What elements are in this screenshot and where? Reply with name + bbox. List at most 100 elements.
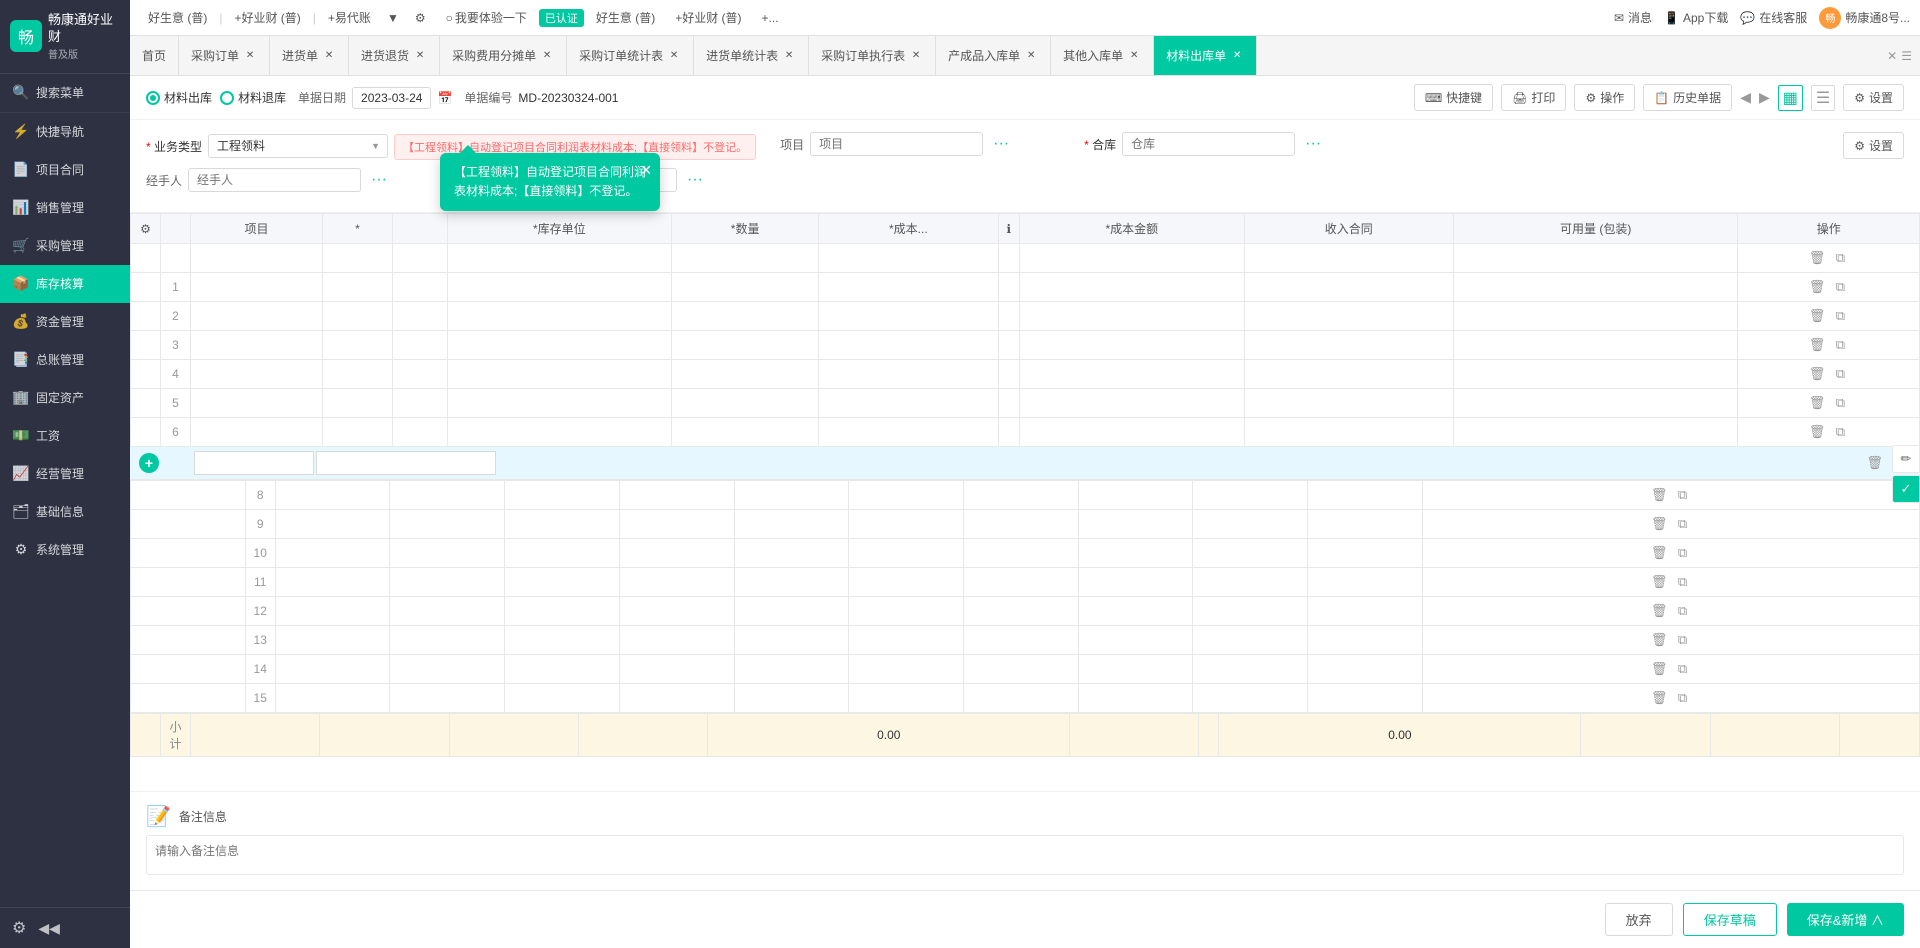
row-12-unit[interactable] — [619, 597, 734, 626]
row-4-delete-btn[interactable]: 🗑 — [1807, 364, 1827, 384]
row-7-cost[interactable] — [819, 244, 998, 273]
tab-close-all-btn[interactable]: ✕ — [1887, 49, 1897, 63]
row-9-unit[interactable] — [619, 510, 734, 539]
topbar-more[interactable]: +... — [754, 7, 787, 29]
row-13-cost[interactable] — [849, 626, 964, 655]
row-12-income-contract[interactable] — [1193, 597, 1308, 626]
tab-other-stock[interactable]: 其他入库单 ✕ — [1051, 36, 1154, 76]
sidebar-item-purchase[interactable]: 🛒 采购管理 — [0, 227, 130, 265]
topbar-online-service-btn[interactable]: 💬 在线客服 — [1740, 9, 1807, 26]
row-14-cost[interactable] — [849, 655, 964, 684]
print-btn[interactable]: 🖨 打印 — [1501, 84, 1566, 111]
row-8-spec[interactable] — [505, 481, 620, 510]
row-9-qty[interactable] — [734, 510, 849, 539]
project-input[interactable] — [810, 132, 983, 156]
row-7-name[interactable] — [323, 244, 393, 273]
row-1-spec[interactable] — [392, 273, 447, 302]
row-1-delete-btn[interactable]: 🗑 — [1807, 277, 1827, 297]
row-7-item[interactable] — [191, 244, 323, 273]
row-10-item[interactable] — [275, 539, 390, 568]
project-dots-btn[interactable]: ··· — [989, 135, 1013, 153]
row-14-income-contract[interactable] — [1193, 655, 1308, 684]
row-5-cost-amount[interactable] — [1020, 389, 1244, 418]
row-11-spec[interactable] — [505, 568, 620, 597]
topbar-app-download-btn[interactable]: 📱 App下载 — [1664, 9, 1728, 26]
row-11-qty[interactable] — [734, 568, 849, 597]
tab-close-purchase-order[interactable]: ✕ — [243, 49, 257, 63]
tooltip-close-btn[interactable]: ✕ — [640, 159, 652, 181]
row-5-qty[interactable] — [672, 389, 819, 418]
row-14-delete-btn[interactable]: 🗑 — [1649, 659, 1669, 679]
row-13-qty[interactable] — [734, 626, 849, 655]
history-btn[interactable]: 📋 历史单据 — [1643, 84, 1732, 111]
row-4-spec[interactable] — [392, 360, 447, 389]
business-type-select[interactable]: 工程领料 直接领料 — [208, 134, 388, 158]
row-3-copy-btn[interactable]: ⧉ — [1830, 335, 1850, 355]
row-10-spec[interactable] — [505, 539, 620, 568]
sidebar-item-system[interactable]: ⚙ 系统管理 — [0, 531, 130, 569]
side-tool-green-btn[interactable]: ✓ — [1892, 475, 1920, 503]
tab-incoming-return[interactable]: 进货退货 ✕ — [349, 36, 440, 76]
row-11-item[interactable] — [275, 568, 390, 597]
row-14-copy-btn[interactable]: ⧉ — [1673, 659, 1693, 679]
tab-purchase-order[interactable]: 采购订单 ✕ — [179, 36, 270, 76]
row-3-unit[interactable] — [447, 331, 671, 360]
tab-close-incoming-stats[interactable]: ✕ — [782, 49, 796, 63]
row-14-cost-amount[interactable] — [1078, 655, 1193, 684]
radio-material-outbound[interactable]: 材料出库 — [146, 89, 212, 106]
tab-close-incoming-return[interactable]: ✕ — [413, 49, 427, 63]
sidebar-item-search[interactable]: 🔍 搜索菜单 — [0, 74, 130, 113]
row-5-copy-btn[interactable]: ⧉ — [1830, 393, 1850, 413]
sidebar-collapse-btn[interactable]: ◀◀ — [38, 920, 60, 937]
row-14-spec[interactable] — [505, 655, 620, 684]
operate-btn[interactable]: ⚙ 操作 — [1574, 84, 1635, 111]
row-2-item[interactable] — [191, 302, 323, 331]
row-9-cost-amount[interactable] — [1078, 510, 1193, 539]
row-13-name[interactable] — [390, 626, 505, 655]
row-5-delete-btn[interactable]: 🗑 — [1807, 393, 1827, 413]
row-8-unit[interactable] — [619, 481, 734, 510]
row-1-cost-amount[interactable] — [1020, 273, 1244, 302]
row-3-spec[interactable] — [392, 331, 447, 360]
row-12-qty[interactable] — [734, 597, 849, 626]
row-5-cost[interactable] — [819, 389, 998, 418]
tab-close-incoming[interactable]: ✕ — [322, 49, 336, 63]
row-4-cost-amount[interactable] — [1020, 360, 1244, 389]
row-2-delete-btn[interactable]: 🗑 — [1807, 306, 1827, 326]
row-12-copy-btn[interactable]: ⧉ — [1673, 601, 1693, 621]
handler-dots-btn[interactable]: ··· — [367, 171, 391, 189]
row-4-unit[interactable] — [447, 360, 671, 389]
sidebar-item-salary[interactable]: 💵 工资 — [0, 417, 130, 455]
topbar-item-haoyecai[interactable]: +好业财 (普) — [226, 5, 308, 30]
sidebar-item-ledger[interactable]: 📑 总账管理 — [0, 341, 130, 379]
row-15-item[interactable] — [275, 684, 390, 713]
row-6-name[interactable] — [323, 418, 393, 447]
tab-menu-btn[interactable]: ☰ — [1901, 49, 1912, 63]
next-record-btn[interactable]: ▶ — [1759, 89, 1770, 106]
row-1-unit[interactable] — [447, 273, 671, 302]
row-11-cost-amount[interactable] — [1078, 568, 1193, 597]
row-12-name[interactable] — [390, 597, 505, 626]
settings-gear-btn[interactable]: ⚙ 设置 — [1843, 84, 1904, 111]
row-1-name[interactable] — [323, 273, 393, 302]
row-5-income-contract[interactable] — [1244, 389, 1453, 418]
row-3-income-contract[interactable] — [1244, 331, 1453, 360]
row-4-cost[interactable] — [819, 360, 998, 389]
tab-close-purchase-expense[interactable]: ✕ — [540, 49, 554, 63]
notes-textarea[interactable] — [146, 835, 1904, 875]
topbar-settings-btn[interactable]: ⚙ — [407, 7, 434, 29]
warehouse-dots-btn[interactable]: ··· — [1301, 135, 1325, 153]
page-settings-btn[interactable]: ⚙ 设置 — [1843, 132, 1904, 159]
tab-close-material-outbound[interactable]: ✕ — [1230, 49, 1244, 63]
row-4-copy-btn[interactable]: ⧉ — [1830, 364, 1850, 384]
handler-input[interactable] — [188, 168, 361, 192]
tab-purchase-stats[interactable]: 采购订单统计表 ✕ — [567, 36, 694, 76]
row-9-copy-btn[interactable]: ⧉ — [1673, 514, 1693, 534]
row-8-name[interactable] — [390, 481, 505, 510]
prev-record-btn[interactable]: ◀ — [1740, 89, 1751, 106]
row-10-delete-btn[interactable]: 🗑 — [1649, 543, 1669, 563]
tab-close-finished-stock[interactable]: ✕ — [1024, 49, 1038, 63]
tab-finished-stock[interactable]: 产成品入库单 ✕ — [936, 36, 1051, 76]
row-2-unit[interactable] — [447, 302, 671, 331]
add-row-input-2[interactable] — [316, 451, 496, 475]
